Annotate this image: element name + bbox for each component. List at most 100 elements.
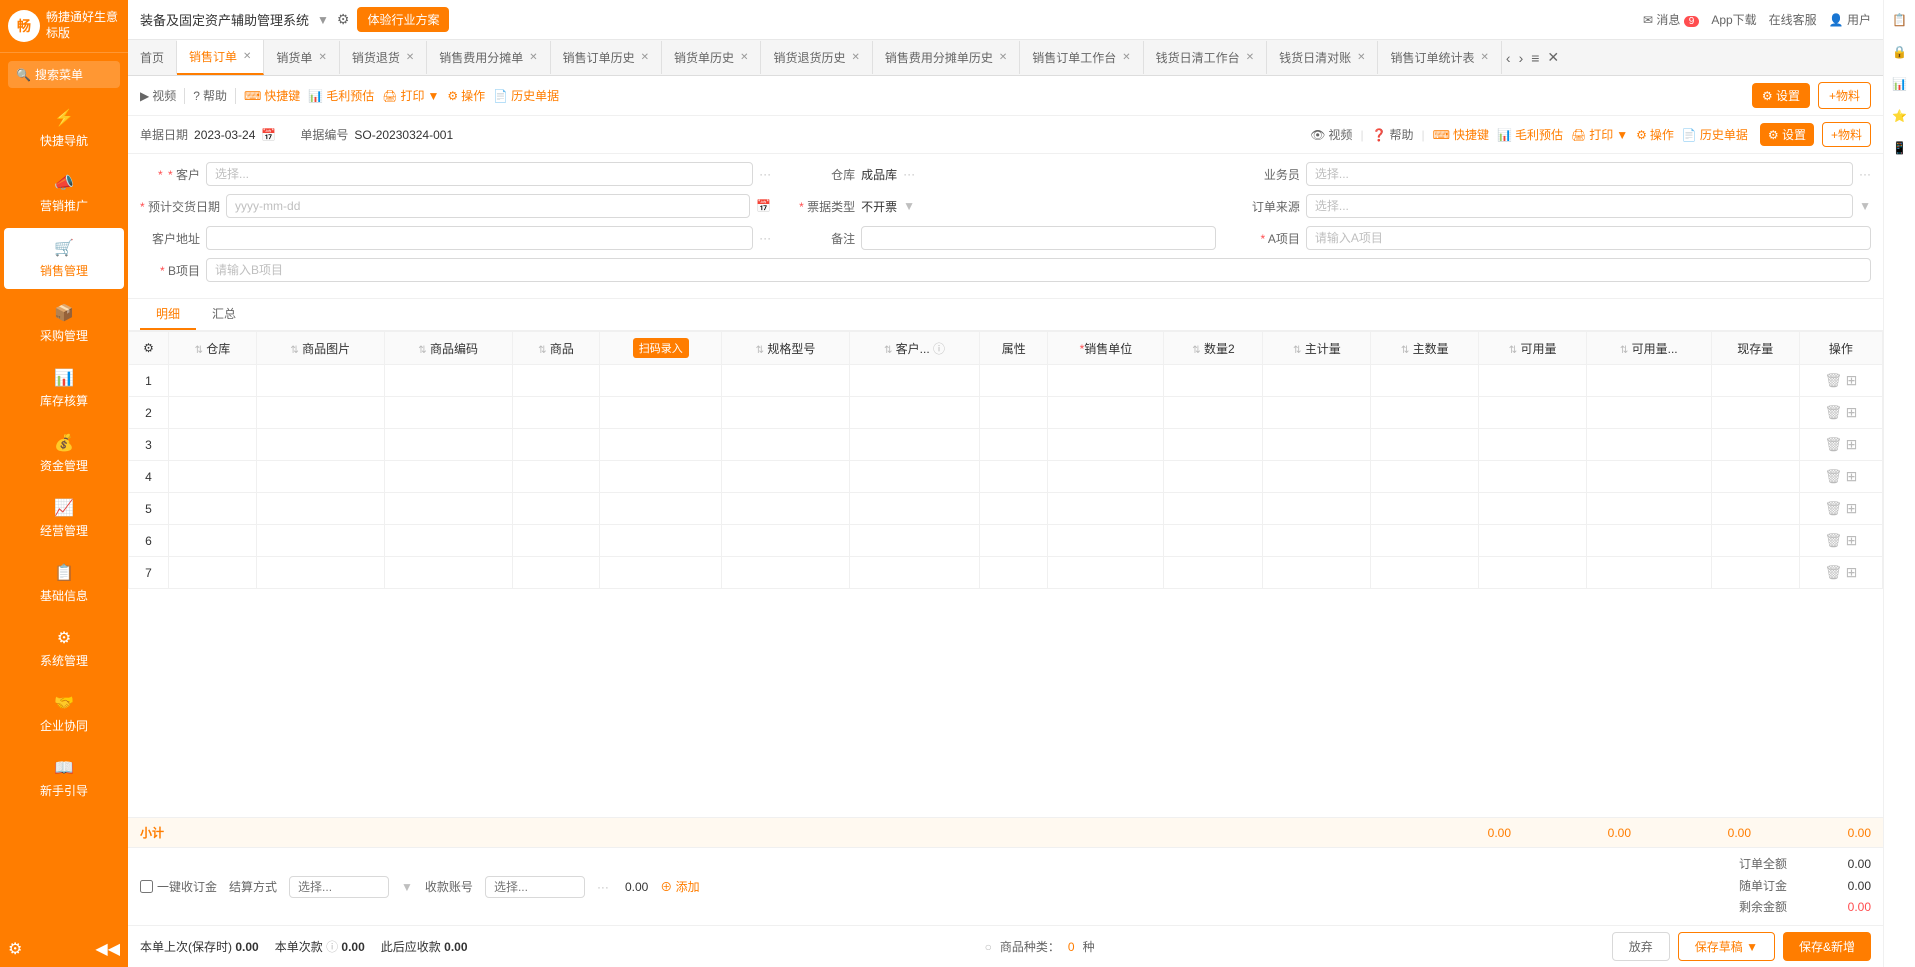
tab-cash-workbench-close[interactable]: ✕: [1246, 52, 1254, 63]
sidebar-item-inventory[interactable]: 📊 库存核算: [4, 358, 124, 419]
row-5-scan[interactable]: [600, 493, 722, 525]
sidebar-settings-button[interactable]: ⚙: [8, 939, 22, 959]
row-4-avail[interactable]: [1479, 461, 1587, 493]
tab-order-history-close[interactable]: ✕: [641, 52, 649, 63]
sidebar-item-sales[interactable]: 🛒 销售管理: [4, 228, 124, 289]
row-3-scan[interactable]: [600, 429, 722, 461]
row-1-qty2[interactable]: [1164, 365, 1263, 397]
row-2-product[interactable]: [512, 397, 600, 429]
tab-home[interactable]: 首页: [128, 41, 177, 74]
one-click-label[interactable]: 一键收订金: [140, 878, 217, 895]
row-3-image[interactable]: [256, 429, 384, 461]
row-6-spec[interactable]: [722, 525, 850, 557]
row-2-avail2[interactable]: [1587, 397, 1712, 429]
row-7-warehouse[interactable]: [169, 557, 257, 589]
tab-next-button[interactable]: ›: [1515, 50, 1528, 66]
row-1-unit[interactable]: [1048, 365, 1164, 397]
row-6-copy-btn[interactable]: ⊞: [1846, 532, 1858, 549]
salesperson-input[interactable]: [1306, 162, 1853, 186]
row-1-copy-btn[interactable]: ⊞: [1846, 372, 1858, 389]
add-material-button[interactable]: +物料: [1818, 82, 1871, 109]
row-3-warehouse[interactable]: [169, 429, 257, 461]
right-panel-btn-3[interactable]: 📊: [1888, 72, 1912, 96]
detail-tab-summary[interactable]: 汇总: [196, 299, 252, 330]
sidebar-item-quick-nav[interactable]: ⚡ 快捷导航: [4, 98, 124, 159]
discard-button[interactable]: 放弃: [1612, 932, 1670, 961]
row-7-qty2[interactable]: [1164, 557, 1263, 589]
sidebar-item-collab[interactable]: 🤝 企业协同: [4, 683, 124, 744]
row-1-warehouse[interactable]: [169, 365, 257, 397]
system-name-dropdown-icon[interactable]: ▼: [317, 13, 329, 27]
row-6-code[interactable]: [384, 525, 512, 557]
help-btn[interactable]: ? 帮助: [193, 87, 227, 104]
tab-return-history-close[interactable]: ✕: [851, 52, 859, 63]
row-6-stock[interactable]: [1711, 525, 1799, 557]
profit-forecast-btn[interactable]: 📊 毛利预估: [308, 87, 374, 104]
row-3-delete-btn[interactable]: 🗑: [1825, 436, 1843, 453]
row-1-main-qty[interactable]: [1371, 365, 1479, 397]
row-5-spec[interactable]: [722, 493, 850, 525]
row-4-qty2[interactable]: [1164, 461, 1263, 493]
row-1-cust-code[interactable]: [849, 365, 979, 397]
row-7-unit[interactable]: [1048, 557, 1164, 589]
row-1-scan[interactable]: [600, 365, 722, 397]
row-7-code[interactable]: [384, 557, 512, 589]
row-5-main-qty[interactable]: [1371, 493, 1479, 525]
row-1-spec[interactable]: [722, 365, 850, 397]
row-2-scan[interactable]: [600, 397, 722, 429]
settings-button[interactable]: ⚙ 设置: [1752, 83, 1810, 108]
row-5-copy-btn[interactable]: ⊞: [1846, 500, 1858, 517]
row-6-delete-btn[interactable]: 🗑: [1825, 532, 1843, 549]
th-scan[interactable]: 扫码录入: [600, 332, 722, 365]
scan-input-btn[interactable]: 扫码录入: [633, 338, 689, 358]
app-download-link[interactable]: App下载: [1711, 11, 1756, 28]
industry-solution-button[interactable]: 体验行业方案: [357, 7, 449, 32]
row-2-copy-btn[interactable]: ⊞: [1846, 404, 1858, 421]
row-3-copy-btn[interactable]: ⊞: [1846, 436, 1858, 453]
account-more-btn[interactable]: ···: [597, 880, 609, 894]
address-more-btn[interactable]: ···: [759, 231, 771, 245]
order-source-input[interactable]: [1306, 194, 1853, 218]
row-5-product[interactable]: [512, 493, 600, 525]
row-4-delete-btn[interactable]: 🗑: [1825, 468, 1843, 485]
row-3-code[interactable]: [384, 429, 512, 461]
row-3-spec[interactable]: [722, 429, 850, 461]
search-menu-button[interactable]: 🔍 搜索菜单: [8, 61, 120, 88]
operations-btn[interactable]: ⚙ 操作: [447, 87, 485, 104]
customer-input[interactable]: [206, 162, 753, 186]
tab-sales-invoice-close[interactable]: ✕: [318, 52, 326, 63]
row-6-cust[interactable]: [849, 525, 979, 557]
row-4-spec[interactable]: [722, 461, 850, 493]
data-table-wrapper[interactable]: ⚙ ⇅ 仓库 ⇅ 商品图片 ⇅ 商品编码 ⇅ 商品 扫码录入 ⇅ 规格型号 ⇅ …: [128, 331, 1883, 817]
tab-return-history[interactable]: 销货退货历史 ✕: [761, 41, 872, 74]
system-settings-icon[interactable]: ⚙: [337, 11, 350, 28]
row-4-code[interactable]: [384, 461, 512, 493]
tab-sales-order-close[interactable]: ✕: [243, 51, 251, 62]
payment-method-input[interactable]: [289, 876, 389, 898]
help-btn-2[interactable]: ❓ 帮助: [1372, 126, 1414, 143]
row-6-main-unit[interactable]: [1263, 525, 1371, 557]
row-6-avail[interactable]: [1479, 525, 1587, 557]
user-avatar[interactable]: 👤 用户: [1829, 11, 1871, 28]
row-4-attr[interactable]: [980, 461, 1048, 493]
online-service-link[interactable]: 在线客服: [1769, 11, 1817, 28]
th-settings[interactable]: ⚙: [129, 332, 169, 365]
row-7-spec[interactable]: [722, 557, 850, 589]
tab-sales-return-close[interactable]: ✕: [406, 52, 414, 63]
row-4-main-qty[interactable]: [1371, 461, 1479, 493]
ops-btn-2[interactable]: ⚙ 操作: [1636, 126, 1674, 143]
row-1-avail[interactable]: [1479, 365, 1587, 397]
row-5-image[interactable]: [256, 493, 384, 525]
b-project-input[interactable]: [206, 258, 1871, 282]
row-2-attr[interactable]: [980, 397, 1048, 429]
row-1-stock[interactable]: [1711, 365, 1799, 397]
row-4-product[interactable]: [512, 461, 600, 493]
row-3-avail2[interactable]: [1587, 429, 1712, 461]
history-btn-2[interactable]: 📄 历史单据: [1682, 126, 1748, 143]
row-3-cust[interactable]: [849, 429, 979, 461]
view-btn-toolbar[interactable]: 👁 视频: [1310, 126, 1352, 143]
tab-invoice-history[interactable]: 销货单历史 ✕: [662, 41, 761, 74]
row-5-delete-btn[interactable]: 🗑: [1825, 500, 1843, 517]
tab-expense-history-close[interactable]: ✕: [999, 52, 1007, 63]
tab-prev-button[interactable]: ‹: [1502, 50, 1515, 66]
